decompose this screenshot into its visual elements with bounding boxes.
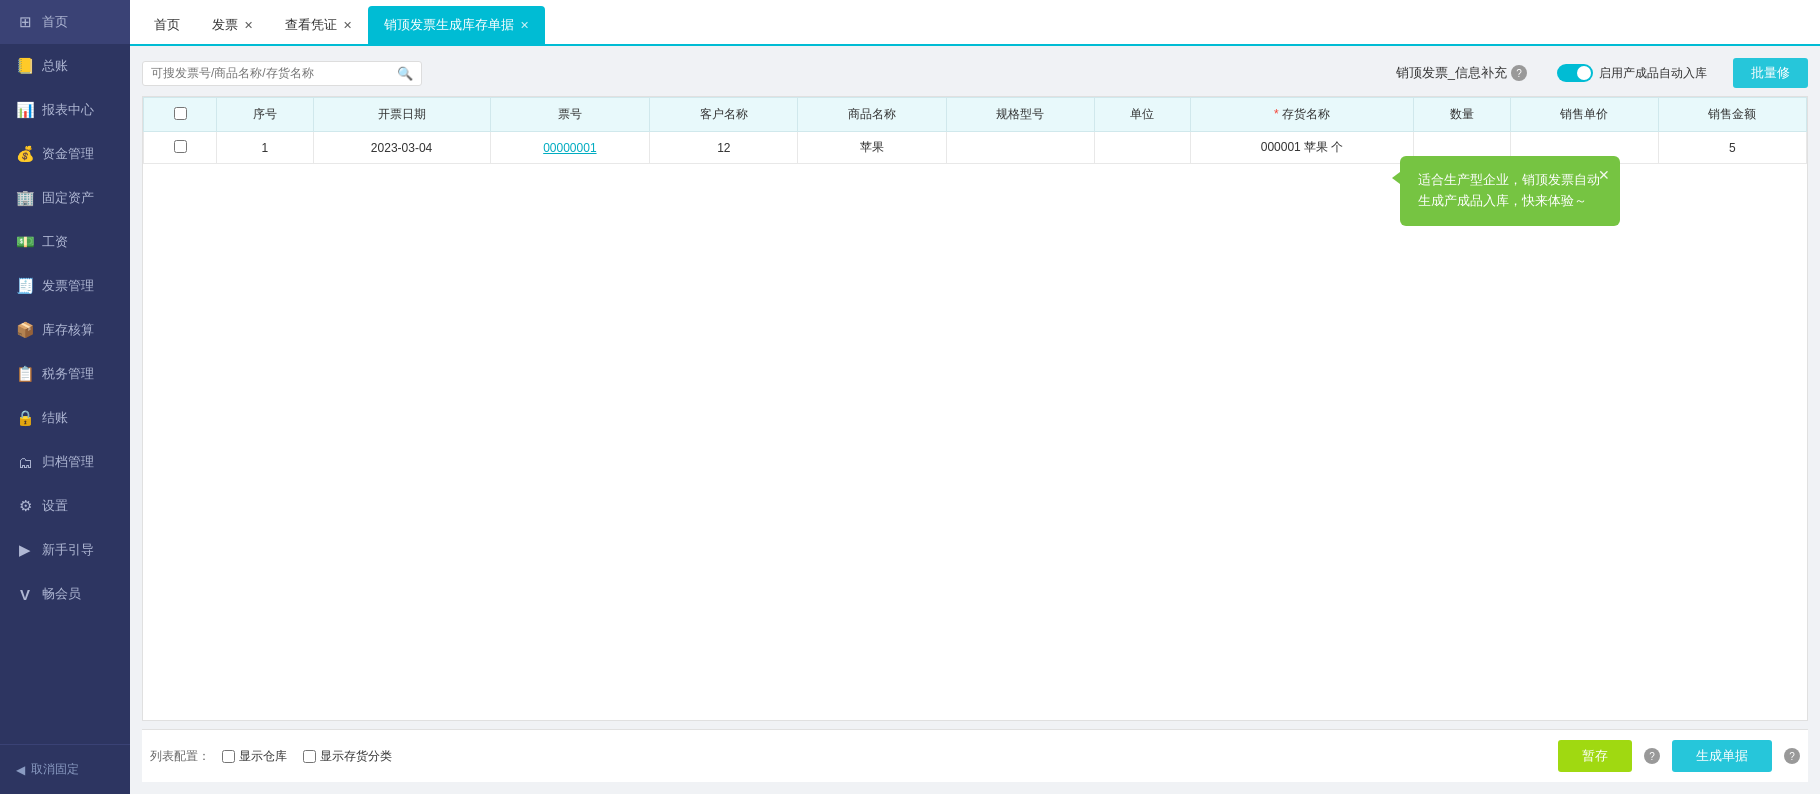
salary-icon: 💵: [16, 233, 34, 251]
row-stock-name[interactable]: 000001 苹果 个: [1191, 132, 1414, 164]
col-customer: 客户名称: [650, 98, 798, 132]
tab-bar: 首页 发票 ✕ 查看凭证 ✕ 销顶发票生成库存单据 ✕: [130, 0, 1820, 46]
guide-icon: ▶: [16, 541, 34, 559]
vip-icon: V: [16, 586, 34, 603]
inventory-icon: 📦: [16, 321, 34, 339]
sidebar-bottom: ◀ 取消固定: [0, 744, 130, 794]
row-spec: [946, 132, 1094, 164]
toolbar: 🔍 销顶发票_信息补充 ? 启用产成品自动入库 批量修: [142, 58, 1808, 88]
show-category-checkbox[interactable]: 显示存货分类: [303, 748, 392, 765]
sidebar-item-funds[interactable]: 💰 资金管理: [0, 132, 130, 176]
col-date: 开票日期: [313, 98, 490, 132]
sidebar-item-archive[interactable]: 🗂 归档管理: [0, 440, 130, 484]
col-qty: 数量: [1413, 98, 1510, 132]
row-unit: [1094, 132, 1191, 164]
col-product: 商品名称: [798, 98, 946, 132]
search-box[interactable]: 🔍: [142, 61, 422, 86]
col-num: 票号: [490, 98, 650, 132]
tax-icon: 📋: [16, 365, 34, 383]
invoice-icon: 🧾: [16, 277, 34, 295]
generate-button[interactable]: 生成单据: [1672, 740, 1772, 772]
tab-invoice-close[interactable]: ✕: [244, 19, 253, 32]
tab-invoice[interactable]: 发票 ✕: [196, 6, 269, 44]
sidebar-item-inventory[interactable]: 📦 库存核算: [0, 308, 130, 352]
sidebar-item-home[interactable]: ⊞ 首页: [0, 0, 130, 44]
reports-icon: 📊: [16, 101, 34, 119]
auto-warehousing-toggle[interactable]: [1557, 64, 1593, 82]
ledger-icon: 📒: [16, 57, 34, 75]
sidebar-item-ledger[interactable]: 📒 总账: [0, 44, 130, 88]
closing-icon: 🔒: [16, 409, 34, 427]
info-label: 销顶发票_信息补充 ?: [1396, 64, 1527, 82]
sidebar-item-guide[interactable]: ▶ 新手引导: [0, 528, 130, 572]
bottom-actions: 暂存 ? 生成单据 ?: [1558, 740, 1800, 772]
tab-stock-close[interactable]: ✕: [520, 19, 529, 32]
category-checkbox-input[interactable]: [303, 750, 316, 763]
search-icon: 🔍: [397, 66, 413, 81]
save-info-icon[interactable]: ?: [1644, 748, 1660, 764]
tab-voucher-close[interactable]: ✕: [343, 19, 352, 32]
search-input[interactable]: [151, 66, 391, 80]
assets-icon: 🏢: [16, 189, 34, 207]
row-checkbox[interactable]: [144, 132, 217, 164]
row-product: 苹果: [798, 132, 946, 164]
col-checkbox: [144, 98, 217, 132]
funds-icon: 💰: [16, 145, 34, 163]
pin-icon: ◀: [16, 763, 25, 777]
row-customer: 12: [650, 132, 798, 164]
pin-button[interactable]: ◀ 取消固定: [0, 753, 130, 786]
bottom-bar: 列表配置： 显示仓库 显示存货分类 暂存 ? 生成单据 ?: [142, 729, 1808, 782]
tab-stock[interactable]: 销顶发票生成库存单据 ✕: [368, 6, 545, 44]
toggle-area: 启用产成品自动入库: [1557, 64, 1707, 82]
home-icon: ⊞: [16, 13, 34, 31]
info-icon[interactable]: ?: [1511, 65, 1527, 81]
col-amount: 销售金额: [1658, 98, 1806, 132]
generate-info-icon[interactable]: ?: [1784, 748, 1800, 764]
row-num[interactable]: 00000001: [490, 132, 650, 164]
select-all-checkbox[interactable]: [174, 107, 187, 120]
col-stock-name: 存货名称: [1191, 98, 1414, 132]
batch-edit-button[interactable]: 批量修: [1733, 58, 1808, 88]
row-date: 2023-03-04: [313, 132, 490, 164]
col-price: 销售单价: [1510, 98, 1658, 132]
row-amount: 5: [1658, 132, 1806, 164]
show-warehouse-checkbox[interactable]: 显示仓库: [222, 748, 287, 765]
content-area: 🔍 销顶发票_信息补充 ? 启用产成品自动入库 批量修: [130, 46, 1820, 794]
col-spec: 规格型号: [946, 98, 1094, 132]
tab-home[interactable]: 首页: [138, 6, 196, 44]
tooltip-close-button[interactable]: ✕: [1598, 164, 1610, 186]
main-area: 首页 发票 ✕ 查看凭证 ✕ 销顶发票生成库存单据 ✕ 🔍 销顶发票_信息补充 …: [130, 0, 1820, 794]
sidebar: ⊞ 首页 📒 总账 📊 报表中心 💰 资金管理 🏢 固定资产 💵 工资 🧾 发票…: [0, 0, 130, 794]
col-seq: 序号: [217, 98, 314, 132]
warehouse-checkbox-input[interactable]: [222, 750, 235, 763]
archive-icon: 🗂: [16, 454, 34, 471]
sidebar-item-invoice[interactable]: 🧾 发票管理: [0, 264, 130, 308]
sidebar-item-salary[interactable]: 💵 工资: [0, 220, 130, 264]
save-button[interactable]: 暂存: [1558, 740, 1632, 772]
tooltip-popup: ✕ 适合生产型企业，销顶发票自动生成产成品入库，快来体验～: [1400, 156, 1620, 226]
sidebar-item-reports[interactable]: 📊 报表中心: [0, 88, 130, 132]
tab-voucher[interactable]: 查看凭证 ✕: [269, 6, 368, 44]
sidebar-item-assets[interactable]: 🏢 固定资产: [0, 176, 130, 220]
sidebar-item-tax[interactable]: 📋 税务管理: [0, 352, 130, 396]
sidebar-item-closing[interactable]: 🔒 结账: [0, 396, 130, 440]
table-header-row: 序号 开票日期 票号 客户名称 商品名称 规格型号 单位 存货名称 数量 销售单…: [144, 98, 1807, 132]
row-seq: 1: [217, 132, 314, 164]
sidebar-item-settings[interactable]: ⚙ 设置: [0, 484, 130, 528]
col-unit: 单位: [1094, 98, 1191, 132]
settings-icon: ⚙: [16, 497, 34, 515]
sidebar-item-vip[interactable]: V 畅会员: [0, 572, 130, 616]
